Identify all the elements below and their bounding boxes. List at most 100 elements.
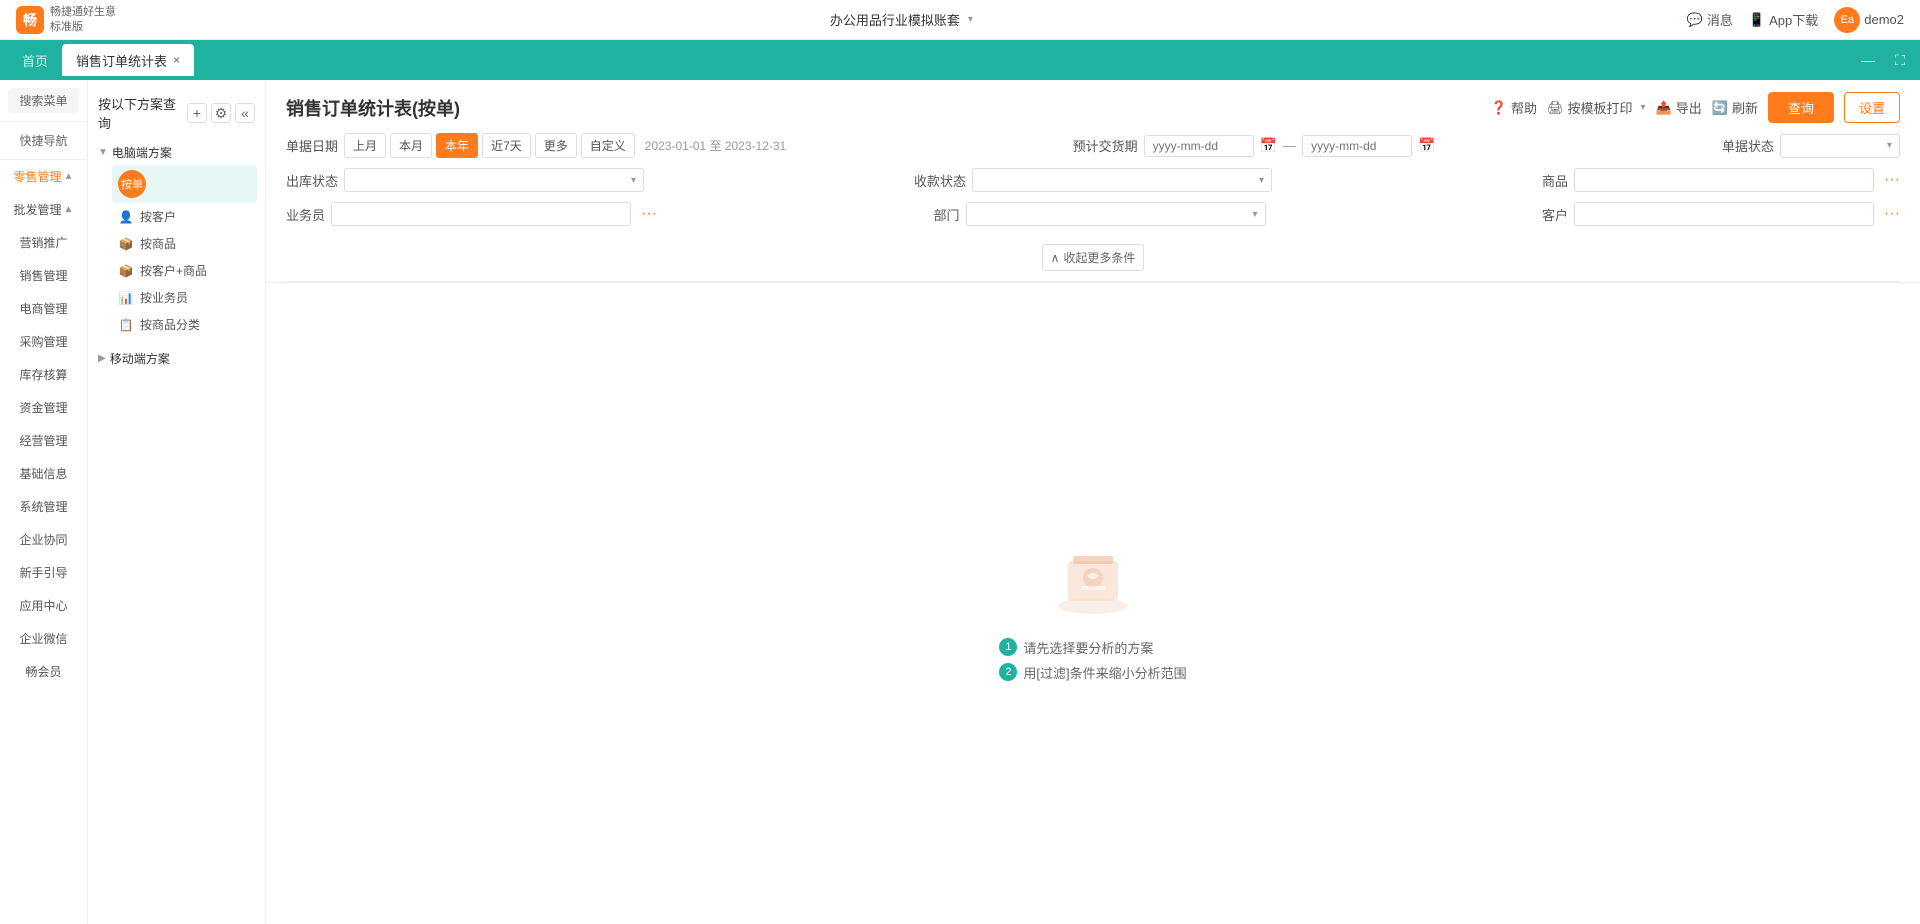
operations-label: 经营管理 (19, 432, 67, 449)
sidebar: 搜索菜单 快捷导航 零售管理 ▲ 批发管理 ▲ 营销推广 销售管理 电商管理 采… (0, 80, 88, 924)
panel-add-button[interactable]: + (187, 103, 207, 123)
avatar: Ea (1834, 7, 1860, 33)
quick-nav-item[interactable]: 快捷导航 (0, 122, 87, 160)
date-more-btn[interactable]: 更多 (535, 133, 577, 158)
sidebar-item-retail[interactable]: 零售管理 ▲ (0, 160, 87, 193)
tab-close-button[interactable]: × (173, 53, 180, 67)
pc-section: ▼ 电脑端方案 按单 👤 按客户 📦 按商品 (88, 140, 265, 346)
tab-home[interactable]: 首页 (8, 44, 62, 76)
date-this-year-btn[interactable]: 本年 (436, 133, 478, 158)
collapse-filter-button[interactable]: ∧ 收起更多条件 (1042, 244, 1145, 271)
panel-title: 按以下方案查询 (98, 94, 183, 132)
department-select-wrapper (966, 202, 1266, 226)
salesperson-input[interactable] (331, 202, 631, 226)
sidebar-item-wechat[interactable]: 企业微信 (0, 622, 87, 655)
order-status-select-wrapper (1780, 134, 1900, 158)
date-quick-buttons: 上月 本月 本年 近7天 更多 自定义 (344, 133, 635, 158)
print-button[interactable]: 🖨 按模板打印 ▾ (1547, 98, 1646, 117)
sidebar-item-appstore[interactable]: 应用中心 (0, 589, 87, 622)
collapse-row: ∧ 收起更多条件 (286, 236, 1900, 271)
filter-row-1: 单据日期 上月 本月 本年 近7天 更多 自定义 2023-01-01 至 20… (286, 133, 1900, 158)
sidebar-item-system[interactable]: 系统管理 (0, 490, 87, 523)
tab-minimize-button[interactable]: — (1856, 48, 1880, 72)
workspace-dropdown-icon[interactable]: ▾ (968, 14, 973, 25)
scheme-item-by-customer-goods[interactable]: 📦 按客户+商品 (112, 257, 257, 284)
app-download-button[interactable]: 📱 App下载 (1749, 10, 1818, 29)
goods-icon: 📦 (118, 236, 134, 252)
sidebar-item-member[interactable]: 畅会员 (0, 655, 87, 688)
scheme-item-by-order[interactable]: 按单 (112, 165, 257, 203)
expected-date-end-input[interactable] (1302, 135, 1412, 157)
goods-more-button[interactable]: ··· (1884, 171, 1900, 189)
scheme-item-by-category[interactable]: 📋 按商品分类 (112, 311, 257, 338)
scheme-item-by-salesperson[interactable]: 📊 按业务员 (112, 284, 257, 311)
sidebar-item-purchase[interactable]: 采购管理 (0, 325, 87, 358)
page-actions: ❓ 帮助 🖨 按模板打印 ▾ 📤 导出 🔄 (1491, 92, 1900, 123)
date-7days-btn[interactable]: 近7天 (482, 133, 531, 158)
tab-sales-stats[interactable]: 销售订单统计表 × (62, 44, 194, 76)
pc-section-items: 按单 👤 按客户 📦 按商品 📦 按客户+商品 (96, 165, 257, 338)
inventory-label: 库存核算 (19, 366, 67, 383)
expected-date-start-input[interactable] (1144, 135, 1254, 157)
page-title: 销售订单统计表(按单) (286, 95, 460, 121)
print-dropdown-icon: ▾ (1641, 102, 1646, 113)
date-last-month-btn[interactable]: 上月 (344, 133, 386, 158)
sidebar-item-basic[interactable]: 基础信息 (0, 457, 87, 490)
sidebar-item-finance[interactable]: 资金管理 (0, 391, 87, 424)
order-status-select[interactable] (1780, 134, 1900, 158)
purchase-label: 采购管理 (19, 333, 67, 350)
sidebar-item-operations[interactable]: 经营管理 (0, 424, 87, 457)
mobile-section-label: 移动端方案 (110, 350, 170, 367)
help-label: 帮助 (1511, 98, 1537, 117)
filter-order-status-item: 单据状态 (1722, 134, 1900, 158)
panel-collapse-button[interactable]: « (235, 103, 255, 123)
customer-input[interactable] (1574, 202, 1874, 226)
export-button[interactable]: 📤 导出 (1656, 98, 1702, 117)
top-bar-center: 办公用品行业模拟账套 ▾ (830, 10, 973, 29)
scheme-item-by-goods[interactable]: 📦 按商品 (112, 230, 257, 257)
payment-select[interactable] (972, 168, 1272, 192)
refresh-button[interactable]: 🔄 刷新 (1712, 98, 1758, 117)
shipment-select[interactable] (344, 168, 644, 192)
scheme-customer-goods-label: 按客户+商品 (140, 262, 207, 279)
enterprise-label: 企业协同 (19, 531, 67, 548)
date-this-month-btn[interactable]: 本月 (390, 133, 432, 158)
settings-button[interactable]: 设置 (1844, 92, 1900, 123)
quick-nav-label[interactable]: 快捷导航 (0, 128, 87, 153)
date-custom-btn[interactable]: 自定义 (581, 133, 635, 158)
customer-more-button[interactable]: ··· (1884, 205, 1900, 223)
mobile-section-title[interactable]: ▶ 移动端方案 (96, 346, 257, 371)
pc-section-title[interactable]: ▼ 电脑端方案 (96, 140, 257, 165)
finance-label: 资金管理 (19, 399, 67, 416)
sidebar-item-ecommerce[interactable]: 电商管理 (0, 292, 87, 325)
sidebar-item-wholesale[interactable]: 批发管理 ▲ (0, 193, 87, 226)
sidebar-item-enterprise[interactable]: 企业协同 (0, 523, 87, 556)
goods-filter-label: 商品 (1542, 171, 1568, 190)
scheme-item-by-customer[interactable]: 👤 按客户 (112, 203, 257, 230)
sidebar-item-marketing[interactable]: 营销推广 (0, 226, 87, 259)
wholesale-label: 批发管理 (14, 201, 62, 218)
panel-settings-button[interactable]: ⚙ (211, 103, 231, 123)
department-select[interactable] (966, 202, 1266, 226)
expected-date-end-calendar-icon[interactable]: 📅 (1418, 137, 1435, 154)
help-button[interactable]: ❓ 帮助 (1491, 98, 1537, 117)
shipment-label: 出库状态 (286, 171, 338, 190)
goods-input[interactable] (1574, 168, 1874, 192)
customer-filter-label: 客户 (1542, 205, 1568, 224)
mobile-section: ▶ 移动端方案 (88, 346, 265, 379)
expected-date-calendar-icon[interactable]: 📅 (1260, 137, 1277, 154)
date-range-display: 2023-01-01 至 2023-12-31 (645, 137, 786, 154)
query-button[interactable]: 查询 (1768, 92, 1834, 123)
department-label: 部门 (934, 205, 960, 224)
tab-maximize-button[interactable]: ⛶ (1888, 48, 1912, 72)
user-menu[interactable]: Ea demo2 (1834, 7, 1904, 33)
search-menu-button[interactable]: 搜索菜单 (8, 88, 79, 113)
sidebar-item-newbie[interactable]: 新手引导 (0, 556, 87, 589)
sidebar-item-inventory[interactable]: 库存核算 (0, 358, 87, 391)
filter-expected-date-item: 预计交货期 📅 — 📅 (1073, 135, 1436, 157)
salesperson-more-button[interactable]: ··· (641, 205, 657, 223)
sidebar-item-sales[interactable]: 销售管理 (0, 259, 87, 292)
main-layout: 搜索菜单 快捷导航 零售管理 ▲ 批发管理 ▲ 营销推广 销售管理 电商管理 采… (0, 80, 1920, 924)
top-bar-right: 💬 消息 📱 App下载 Ea demo2 (1687, 7, 1904, 33)
message-button[interactable]: 💬 消息 (1687, 10, 1733, 29)
